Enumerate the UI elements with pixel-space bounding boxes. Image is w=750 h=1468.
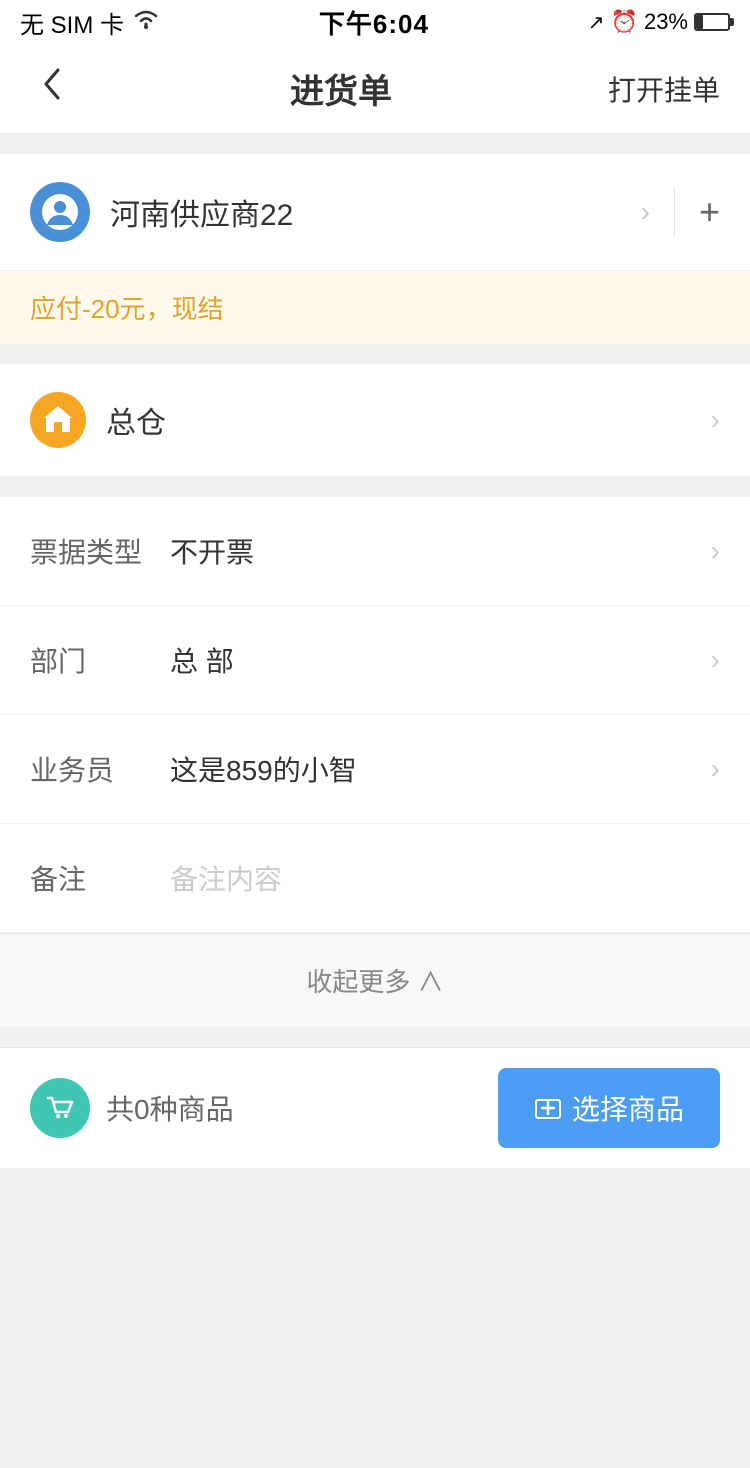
agent-row[interactable]: 业务员 这是859的小智 › xyxy=(0,714,750,823)
footer-bar: 共0种商品 选择商品 xyxy=(0,1047,750,1168)
invoice-value: 不开票 xyxy=(170,531,711,571)
footer-left: 共0种商品 xyxy=(30,1078,234,1138)
warehouse-row[interactable]: 总仓 › xyxy=(0,364,750,476)
warehouse-section: 总仓 › xyxy=(0,364,750,476)
product-count: 共0种商品 xyxy=(106,1088,234,1128)
remark-row[interactable]: 备注 备注内容 xyxy=(0,823,750,933)
vertical-divider xyxy=(674,187,675,237)
status-bar: 无 SIM 卡 下午6:04 ↗ ⏰ 23% xyxy=(0,0,750,44)
supplier-actions: › + xyxy=(641,187,720,237)
notice-bar: 应付-20元，现结 xyxy=(0,271,750,344)
alarm-icon: ⏰ xyxy=(611,9,638,35)
remark-input[interactable]: 备注内容 xyxy=(170,858,720,898)
warehouse-chevron-icon: › xyxy=(711,404,720,436)
warehouse-icon xyxy=(30,392,86,448)
invoice-row[interactable]: 票据类型 不开票 › xyxy=(0,496,750,605)
avatar xyxy=(30,182,90,242)
form-section: 票据类型 不开票 › 部门 总 部 › 业务员 这是859的小智 › 备注 备注… xyxy=(0,496,750,1027)
nav-bar: 进货单 打开挂单 xyxy=(0,44,750,134)
section-gap-4 xyxy=(0,1027,750,1047)
page-title: 进货单 xyxy=(290,64,392,113)
location-icon: ↗ xyxy=(588,10,605,35)
status-indicators: ↗ ⏰ 23% xyxy=(588,9,730,35)
agent-value: 这是859的小智 xyxy=(170,749,711,789)
section-gap-1 xyxy=(0,134,750,154)
cart-icon xyxy=(30,1078,90,1138)
back-button[interactable] xyxy=(30,56,74,121)
wifi-icon xyxy=(132,8,160,37)
status-carrier: 无 SIM 卡 xyxy=(20,5,160,40)
battery-percent: 23% xyxy=(644,9,688,35)
supplier-name: 河南供应商22 xyxy=(110,190,641,234)
dept-row[interactable]: 部门 总 部 › xyxy=(0,605,750,714)
status-time: 下午6:04 xyxy=(319,4,429,41)
battery-icon xyxy=(694,13,730,31)
chevron-right-icon: › xyxy=(641,196,650,228)
section-gap-3 xyxy=(0,476,750,496)
invoice-chevron-icon: › xyxy=(711,535,720,567)
notice-text: 应付-20元，现结 xyxy=(30,294,224,324)
remark-label: 备注 xyxy=(30,858,150,898)
collapse-button[interactable]: 收起更多 ∧ xyxy=(0,933,750,1027)
agent-label: 业务员 xyxy=(30,749,150,789)
select-button-label: 选择商品 xyxy=(572,1088,684,1128)
open-pending-button[interactable]: 打开挂单 xyxy=(608,69,720,109)
dept-chevron-icon: › xyxy=(711,644,720,676)
dept-label: 部门 xyxy=(30,640,150,680)
warehouse-label: 总仓 xyxy=(106,398,711,442)
add-button[interactable]: + xyxy=(699,191,720,233)
carrier-text: 无 SIM 卡 xyxy=(20,5,124,40)
select-product-button[interactable]: 选择商品 xyxy=(498,1068,720,1148)
collapse-label: 收起更多 ∧ xyxy=(306,967,443,997)
section-gap-2 xyxy=(0,344,750,364)
dept-value: 总 部 xyxy=(170,640,711,680)
agent-chevron-icon: › xyxy=(711,753,720,785)
bottom-area xyxy=(0,1168,750,1468)
supplier-row[interactable]: 河南供应商22 › + xyxy=(0,154,750,271)
supplier-section: 河南供应商22 › + 应付-20元，现结 xyxy=(0,154,750,344)
invoice-label: 票据类型 xyxy=(30,531,150,571)
